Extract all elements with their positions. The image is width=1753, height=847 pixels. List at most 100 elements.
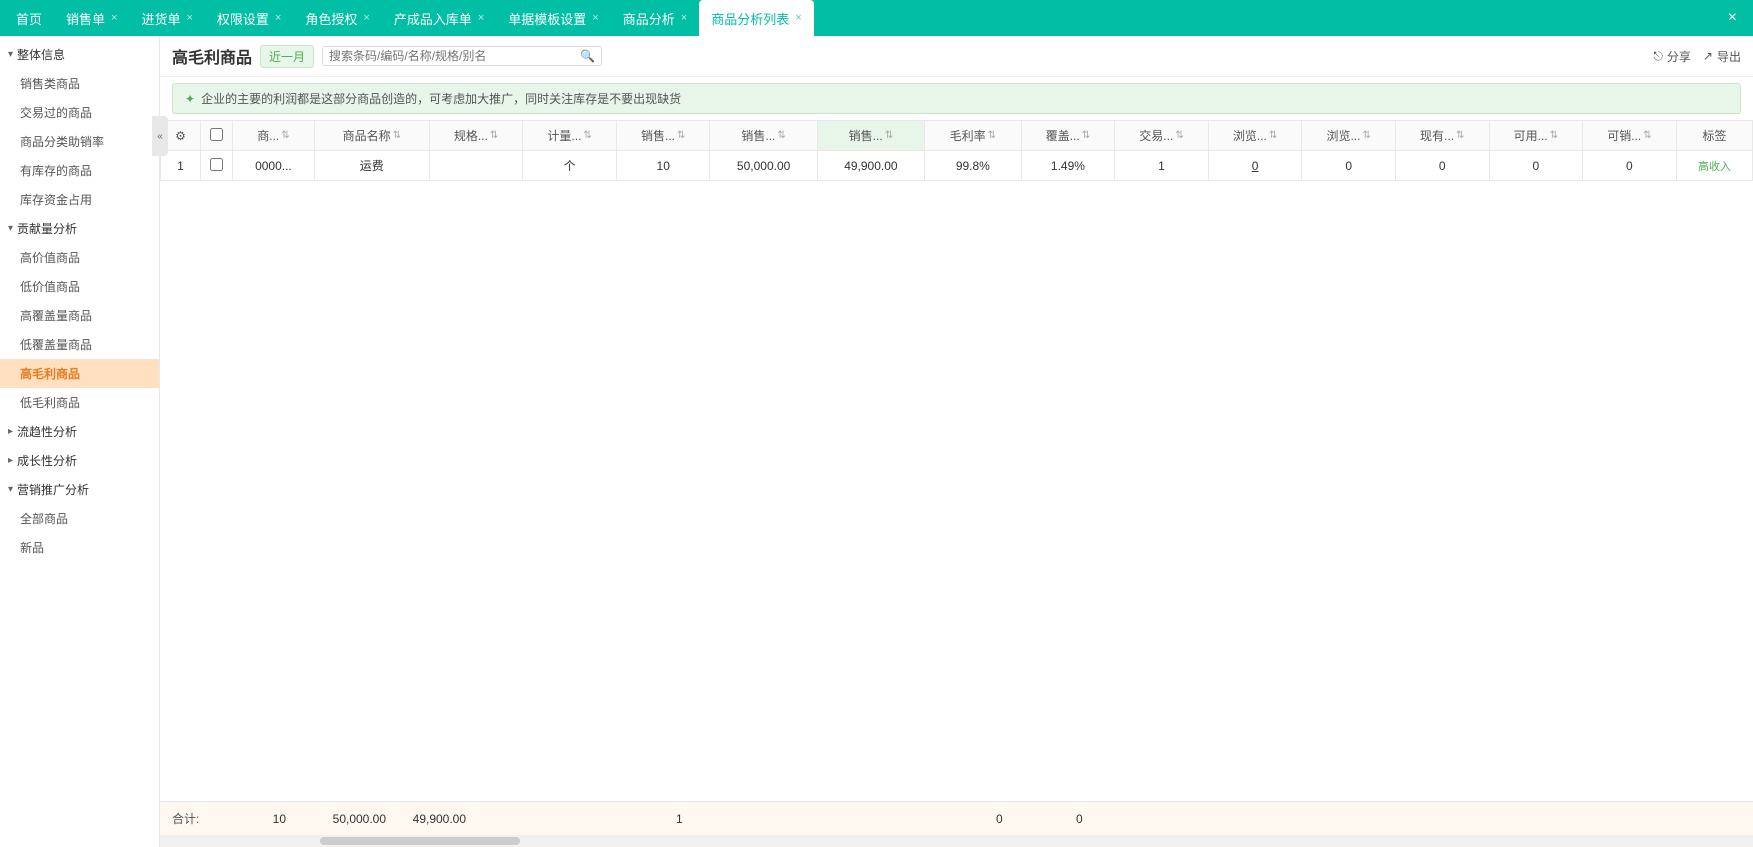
sidebar-group-overall[interactable]: ▾ 整体信息 xyxy=(0,40,159,69)
col-gross-margin-label: 毛利率 xyxy=(950,127,986,144)
search-icon[interactable]: 🔍 xyxy=(580,49,595,63)
search-box: 🔍 xyxy=(322,46,602,66)
col-sales-qty[interactable]: 销售...⇅ xyxy=(616,121,710,151)
nav-sales-label: 销售单 xyxy=(66,9,105,28)
footer-empty3 xyxy=(719,812,799,826)
sidebar-group-contribution[interactable]: ▾ 贡献量分析 xyxy=(0,214,159,243)
arrow-right-icon2: ▸ xyxy=(8,455,13,466)
arrow-down-icon2: ▾ xyxy=(8,223,13,234)
arrow-right-icon: ▸ xyxy=(8,426,13,437)
sidebar-item-traded-goods[interactable]: 交易过的商品 xyxy=(0,98,159,127)
cell-tag: 高收入 xyxy=(1676,151,1752,181)
sidebar-group-flow-label: 流趋性分析 xyxy=(17,423,77,440)
sidebar-group-overall-label: 整体信息 xyxy=(17,46,65,63)
col-unit-label: 计量... xyxy=(547,127,581,144)
sidebar-item-stock-capital[interactable]: 库存资金占用 xyxy=(0,185,159,214)
search-input[interactable] xyxy=(329,49,576,63)
col-unit[interactable]: 计量...⇅ xyxy=(523,121,617,151)
nav-permission-close[interactable]: × xyxy=(275,12,281,24)
cell-name: 运费 xyxy=(314,151,429,181)
cell-checkbox[interactable] xyxy=(201,151,233,181)
page-title: 高毛利商品 xyxy=(172,44,252,68)
col-sales-profit[interactable]: 销售...⇅ xyxy=(817,121,924,151)
footer-empty5 xyxy=(879,812,959,826)
cell-views1[interactable]: 0 xyxy=(1208,151,1302,181)
nav-analysis-list[interactable]: 商品分析列表 × xyxy=(699,0,813,36)
share-icon: ⎋ xyxy=(1653,49,1663,64)
table-wrapper[interactable]: ⚙ 商...⇅ 商品名称⇅ 规格...⇅ xyxy=(160,120,1753,801)
nav-permission-label: 权限设置 xyxy=(217,9,269,28)
window-close-btn[interactable]: × xyxy=(1716,9,1749,27)
nav-product-storage-close[interactable]: × xyxy=(478,12,484,24)
col-checkbox[interactable] xyxy=(201,121,233,151)
sidebar-item-all-goods[interactable]: 全部商品 xyxy=(0,504,159,533)
scroll-thumb[interactable] xyxy=(320,837,520,845)
col-stock-current[interactable]: 现有...⇅ xyxy=(1395,121,1489,151)
nav-analysis-list-close[interactable]: × xyxy=(795,12,801,24)
sidebar-item-stock-goods[interactable]: 有库存的商品 xyxy=(0,156,159,185)
col-name[interactable]: 商品名称⇅ xyxy=(314,121,429,151)
sidebar-item-low-value[interactable]: 低价值商品 xyxy=(0,272,159,301)
col-tag: 标签 xyxy=(1676,121,1752,151)
nav-analysis[interactable]: 商品分析 × xyxy=(611,0,699,36)
col-stock-saleable[interactable]: 可销...⇅ xyxy=(1583,121,1677,151)
footer-views2: 0 xyxy=(1039,812,1119,826)
nav-role-close[interactable]: × xyxy=(363,12,369,24)
sidebar-item-category-rate[interactable]: 商品分类助销率 xyxy=(0,127,159,156)
col-transactions[interactable]: 交易...⇅ xyxy=(1115,121,1209,151)
col-stock-current-label: 现有... xyxy=(1420,127,1454,144)
filter-recent-month-btn[interactable]: 近一月 xyxy=(260,45,314,68)
share-btn[interactable]: ⎋ 分享 xyxy=(1653,48,1691,65)
nav-template-close[interactable]: × xyxy=(592,12,598,24)
sort-icon: ⇅ xyxy=(281,130,289,141)
export-btn[interactable]: ↗ 导出 xyxy=(1703,48,1741,65)
cell-sales-profit: 49,900.00 xyxy=(817,151,924,181)
nav-sales-close[interactable]: × xyxy=(111,12,117,24)
col-stock-available[interactable]: 可用...⇅ xyxy=(1489,121,1583,151)
col-code[interactable]: 商...⇅ xyxy=(233,121,315,151)
sidebar-item-high-value[interactable]: 高价值商品 xyxy=(0,243,159,272)
nav-product-storage[interactable]: 产成品入库单 × xyxy=(382,0,496,36)
cell-views2: 0 xyxy=(1302,151,1396,181)
sort-icon13: ⇅ xyxy=(1456,130,1464,141)
col-sales-amount[interactable]: 销售...⇅ xyxy=(710,121,817,151)
col-views1[interactable]: 浏览...⇅ xyxy=(1208,121,1302,151)
sidebar-item-high-margin[interactable]: 高毛利商品 xyxy=(0,359,159,388)
col-gross-margin[interactable]: 毛利率⇅ xyxy=(925,121,1022,151)
col-spec[interactable]: 规格...⇅ xyxy=(429,121,523,151)
nav-template[interactable]: 单据模板设置 × xyxy=(496,0,610,36)
collapse-icon: « xyxy=(157,131,163,142)
col-views2[interactable]: 浏览...⇅ xyxy=(1302,121,1396,151)
sidebar-item-new-goods[interactable]: 新品 xyxy=(0,533,159,562)
info-icon: ✦ xyxy=(185,92,195,106)
nav-permission[interactable]: 权限设置 × xyxy=(205,0,293,36)
header-actions: ⎋ 分享 ↗ 导出 xyxy=(1653,48,1741,65)
col-code-label: 商... xyxy=(257,127,279,144)
sidebar-group-marketing[interactable]: ▾ 营销推广分析 xyxy=(0,475,159,504)
footer-transactions: 1 xyxy=(639,812,719,826)
sidebar-collapse-btn[interactable]: « xyxy=(152,116,168,156)
col-sales-amount-label: 销售... xyxy=(741,127,775,144)
arrow-down-icon: ▾ xyxy=(8,49,13,60)
nav-analysis-close[interactable]: × xyxy=(681,12,687,24)
sidebar-group-flow[interactable]: ▸ 流趋性分析 xyxy=(0,417,159,446)
select-all-checkbox[interactable] xyxy=(210,128,223,141)
sidebar-item-sales-goods[interactable]: 销售类商品 xyxy=(0,69,159,98)
sidebar-group-marketing-label: 营销推广分析 xyxy=(17,481,89,498)
horizontal-scrollbar[interactable] xyxy=(160,835,1753,847)
nav-purchase[interactable]: 进货单 × xyxy=(129,0,204,36)
sidebar-item-low-margin[interactable]: 低毛利商品 xyxy=(0,388,159,417)
nav-sales[interactable]: 销售单 × xyxy=(54,0,129,36)
sidebar-item-low-coverage[interactable]: 低覆盖量商品 xyxy=(0,330,159,359)
col-coverage[interactable]: 覆盖...⇅ xyxy=(1021,121,1115,151)
export-icon: ↗ xyxy=(1703,49,1713,63)
sidebar-item-high-coverage[interactable]: 高覆盖量商品 xyxy=(0,301,159,330)
sidebar-group-growth[interactable]: ▸ 成长性分析 xyxy=(0,446,159,475)
row-checkbox[interactable] xyxy=(210,158,223,171)
nav-role[interactable]: 角色授权 × xyxy=(293,0,381,36)
settings-icon[interactable]: ⚙ xyxy=(175,129,186,143)
info-banner-text: 企业的主要的利润都是这部分商品创造的，可考虑加大推广，同时关注库存是不要出现缺货 xyxy=(201,90,681,107)
nav-home[interactable]: 首页 xyxy=(4,0,54,36)
cell-transactions: 1 xyxy=(1115,151,1209,181)
nav-purchase-close[interactable]: × xyxy=(186,12,192,24)
